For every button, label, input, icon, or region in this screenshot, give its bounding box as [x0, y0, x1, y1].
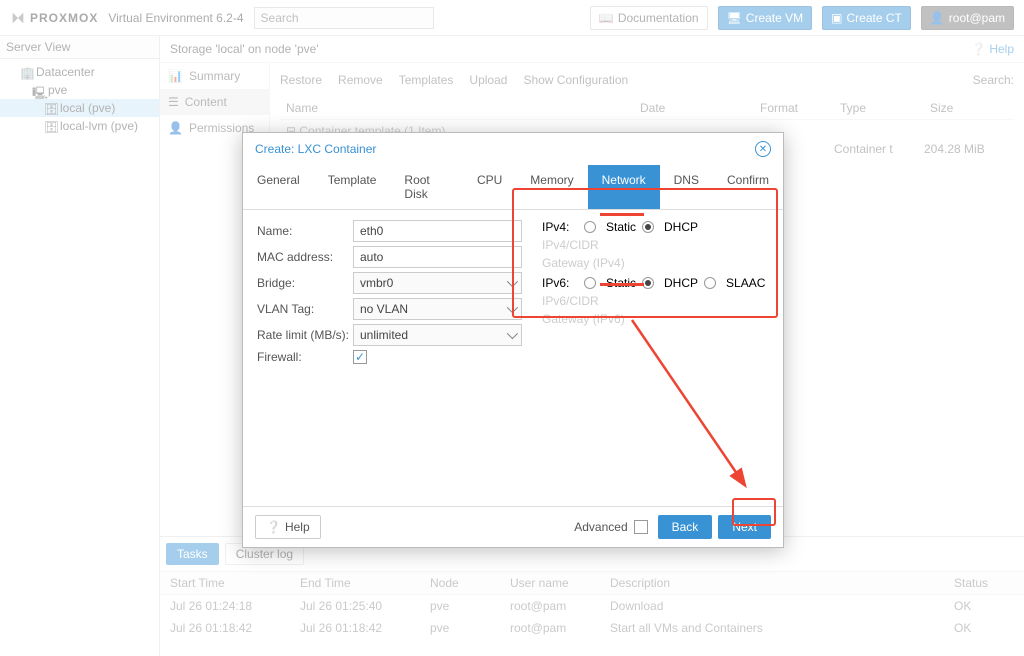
- log-col-node[interactable]: Node: [420, 572, 500, 595]
- ipv4-static-radio[interactable]: [584, 221, 596, 233]
- log-col-start[interactable]: Start Time: [160, 572, 290, 595]
- tree-node-pve[interactable]: 🖳pve: [0, 81, 159, 99]
- log-col-end[interactable]: End Time: [290, 572, 420, 595]
- tree-datacenter[interactable]: 🏢Datacenter: [0, 63, 159, 81]
- wizard-tab-cpu[interactable]: CPU: [463, 165, 516, 209]
- tree-storage-local[interactable]: 🗄local (pve): [0, 99, 159, 117]
- name-label: Name:: [257, 224, 353, 238]
- sidetab-content[interactable]: ☰Content: [160, 89, 269, 115]
- ipv4-label: IPv4:: [542, 220, 578, 234]
- help-link[interactable]: ❔ Help: [971, 42, 1014, 56]
- next-button[interactable]: Next: [718, 515, 771, 539]
- ipv4-cidr-label: IPv4/CIDR: [542, 238, 599, 252]
- documentation-button[interactable]: 📖Documentation: [590, 6, 708, 30]
- wizard-tab-template[interactable]: Template: [314, 165, 391, 209]
- col-format[interactable]: Format: [754, 97, 834, 120]
- help-icon: ❔: [266, 520, 281, 534]
- cube-icon: ▣: [831, 11, 842, 25]
- wizard-help-button[interactable]: ❔Help: [255, 515, 321, 539]
- col-type[interactable]: Type: [834, 97, 924, 120]
- ipv4-static-label: Static: [606, 220, 636, 234]
- ipv4-dhcp-radio[interactable]: [642, 221, 654, 233]
- firewall-label: Firewall:: [257, 350, 353, 364]
- wizard-tab-network[interactable]: Network: [588, 165, 660, 209]
- toolbar-remove[interactable]: Remove: [338, 73, 383, 87]
- global-search-input[interactable]: [254, 7, 434, 29]
- modal-title: Create: LXC Container: [255, 142, 376, 156]
- user-menu-button[interactable]: 👤root@pam: [921, 6, 1014, 30]
- col-name[interactable]: Name: [280, 97, 634, 120]
- list-icon: ☰: [168, 95, 179, 109]
- bridge-label: Bridge:: [257, 276, 353, 290]
- ipv6-dhcp-radio[interactable]: [642, 277, 654, 289]
- close-icon[interactable]: ✕: [755, 141, 771, 157]
- rate-input[interactable]: unlimited: [353, 324, 522, 346]
- proxmox-icon: [10, 10, 26, 26]
- tab-tasks[interactable]: Tasks: [166, 543, 219, 565]
- mac-label: MAC address:: [257, 250, 353, 264]
- back-button[interactable]: Back: [658, 515, 713, 539]
- log-row[interactable]: Jul 26 01:18:42Jul 26 01:18:42pveroot@pa…: [160, 617, 1024, 639]
- brand-logo: PROXMOX: [10, 10, 98, 26]
- name-input[interactable]: [353, 220, 522, 242]
- log-col-user[interactable]: User name: [500, 572, 600, 595]
- rate-label: Rate limit (MB/s):: [257, 328, 353, 342]
- ipv6-dhcp-label: DHCP: [664, 276, 698, 290]
- log-row[interactable]: Jul 26 01:24:18Jul 26 01:25:40pveroot@pa…: [160, 595, 1024, 618]
- vlan-select[interactable]: no VLAN: [353, 298, 522, 320]
- bridge-select[interactable]: vmbr0: [353, 272, 522, 294]
- server-icon: 🖳: [32, 84, 44, 96]
- advanced-label: Advanced: [574, 520, 627, 534]
- chart-icon: 📊: [168, 69, 183, 83]
- ipv6-static-radio[interactable]: [584, 277, 596, 289]
- ipv6-gateway-label: Gateway (IPv6): [542, 312, 625, 326]
- ipv6-cidr-label: IPv6/CIDR: [542, 294, 599, 308]
- log-col-status[interactable]: Status: [944, 572, 1024, 595]
- version-label: Virtual Environment 6.2-4: [108, 11, 243, 25]
- col-size[interactable]: Size: [924, 97, 1014, 120]
- col-date[interactable]: Date: [634, 97, 754, 120]
- tree-view-selector[interactable]: Server View: [0, 36, 159, 59]
- wizard-tab-rootdisk[interactable]: Root Disk: [390, 165, 463, 209]
- user-icon: 👤: [930, 11, 945, 25]
- building-icon: 🏢: [20, 66, 32, 78]
- firewall-checkbox[interactable]: ✓: [353, 350, 367, 364]
- create-container-wizard: Create: LXC Container ✕ General Template…: [242, 132, 784, 548]
- ipv6-label: IPv6:: [542, 276, 578, 290]
- resource-tree-panel: Server View 🏢Datacenter 🖳pve 🗄local (pve…: [0, 36, 160, 656]
- toolbar-templates[interactable]: Templates: [399, 73, 454, 87]
- wizard-tab-memory[interactable]: Memory: [516, 165, 587, 209]
- breadcrumb: Storage 'local' on node 'pve' ❔ Help: [160, 36, 1024, 63]
- wizard-tab-dns[interactable]: DNS: [660, 165, 713, 209]
- toolbar-restore[interactable]: Restore: [280, 73, 322, 87]
- toolbar-show-config[interactable]: Show Configuration: [523, 73, 628, 87]
- log-col-desc[interactable]: Description: [600, 572, 944, 595]
- sidetab-summary[interactable]: 📊Summary: [160, 63, 269, 89]
- create-ct-button[interactable]: ▣Create CT: [822, 6, 911, 30]
- ipv6-slaac-radio[interactable]: [704, 277, 716, 289]
- wizard-tab-general[interactable]: General: [243, 165, 314, 209]
- ipv6-static-label: Static: [606, 276, 636, 290]
- ipv4-gateway-label: Gateway (IPv4): [542, 256, 625, 270]
- monitor-icon: 🖥: [727, 11, 742, 25]
- advanced-checkbox[interactable]: ✓: [634, 520, 648, 534]
- toolbar-upload[interactable]: Upload: [469, 73, 507, 87]
- wizard-tab-confirm[interactable]: Confirm: [713, 165, 783, 209]
- ipv4-dhcp-label: DHCP: [664, 220, 698, 234]
- user-icon: 👤: [168, 121, 183, 135]
- vlan-label: VLAN Tag:: [257, 302, 353, 316]
- book-icon: 📖: [599, 11, 614, 25]
- ipv6-slaac-label: SLAAC: [726, 276, 765, 290]
- mac-input[interactable]: [353, 246, 522, 268]
- disk-icon: 🗄: [44, 102, 56, 114]
- create-vm-button[interactable]: 🖥Create VM: [718, 6, 813, 30]
- task-log-panel: Tasks Cluster log Start Time End Time No…: [160, 536, 1024, 656]
- disk-icon: 🗄: [44, 120, 56, 132]
- top-bar: PROXMOX Virtual Environment 6.2-4 📖Docum…: [0, 0, 1024, 36]
- toolbar-search-label: Search:: [973, 73, 1014, 87]
- tree-storage-local-lvm[interactable]: 🗄local-lvm (pve): [0, 117, 159, 135]
